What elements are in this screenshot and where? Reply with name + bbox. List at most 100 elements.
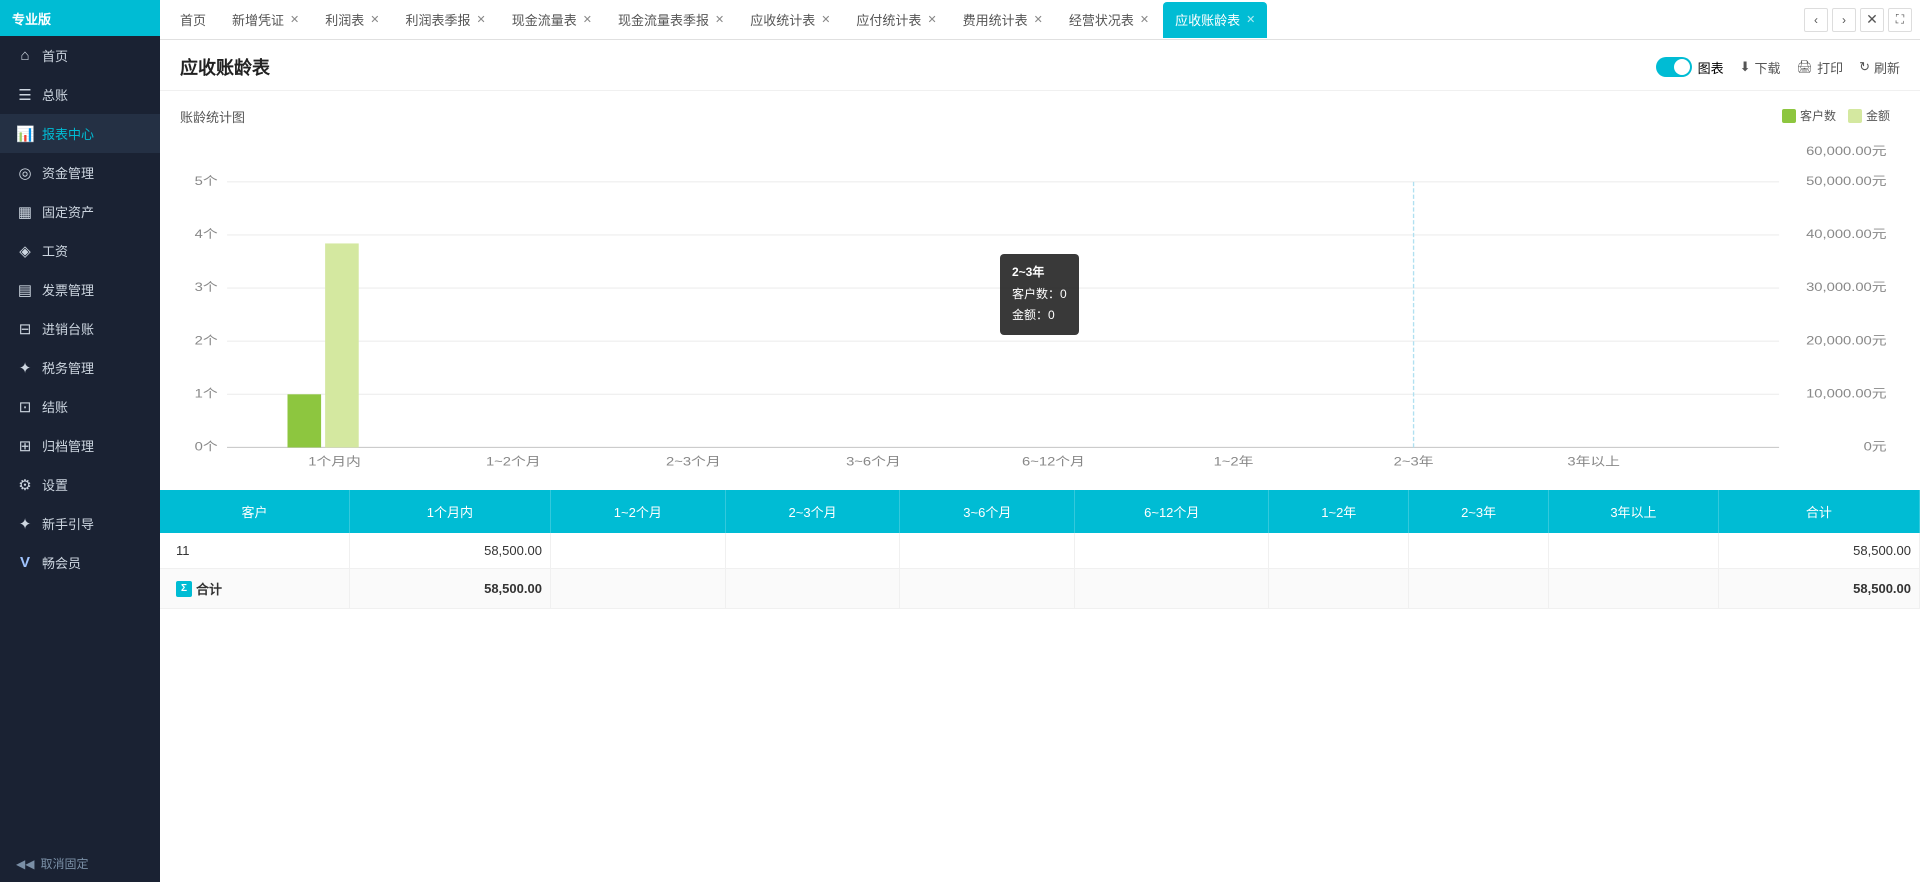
toggle-switch-control[interactable] [1656, 57, 1692, 77]
payroll-icon: ◈ [16, 242, 34, 260]
svg-text:3年以上: 3年以上 [1567, 455, 1620, 468]
table-total-row: Σ 合计 58,500.00 58,500.00 [160, 569, 1920, 609]
svg-text:1个月内: 1个月内 [308, 455, 361, 468]
sidebar-item-ledger[interactable]: ☰ 总账 [0, 75, 160, 114]
tab-profit-label: 利润表 [325, 10, 364, 29]
sidebar-item-guide[interactable]: ✦ 新手引导 [0, 504, 160, 543]
tab-ar-aging[interactable]: 应收账龄表 ✕ [1163, 2, 1267, 38]
svg-text:30,000.00元: 30,000.00元 [1806, 281, 1886, 294]
tab-profit-quarter[interactable]: 利润表季报 ✕ [393, 2, 497, 38]
col-header-customer: 客户 [160, 490, 349, 533]
svg-text:3个: 3个 [195, 281, 218, 294]
sidebar-label-invoices: 发票管理 [42, 280, 94, 299]
refresh-button[interactable]: ↻ 刷新 [1859, 58, 1900, 77]
tab-home-label: 首页 [180, 10, 206, 29]
col-header-total: 合计 [1718, 490, 1919, 533]
chart-toggle[interactable]: 图表 [1656, 57, 1724, 77]
col-header-3yplus: 3年以上 [1549, 490, 1719, 533]
table-section: 客户 1个月内 1~2个月 2~3个月 3~6个月 6~12个月 1~2年 2~… [160, 490, 1920, 609]
total-2-3m [725, 569, 900, 609]
legend-amount-label: 金额 [1866, 107, 1890, 124]
sidebar-label-tax: 税务管理 [42, 358, 94, 377]
tab-ar-stats-label: 应收统计表 [750, 10, 815, 29]
cell-1m: 58,500.00 [349, 533, 550, 569]
tab-bar: 首页 新增凭证 ✕ 利润表 ✕ 利润表季报 ✕ 现金流量表 ✕ 现金流量表季报 … [160, 0, 1920, 40]
table-row: 11 58,500.00 58,500.00 [160, 533, 1920, 569]
funds-icon: ◎ [16, 164, 34, 182]
sidebar-item-payroll[interactable]: ◈ 工资 [0, 231, 160, 270]
tab-prev-button[interactable]: ‹ [1804, 8, 1828, 32]
tab-expense-stats-close[interactable]: ✕ [1034, 13, 1043, 26]
print-label: 打印 [1817, 58, 1843, 77]
toggle-label: 图表 [1698, 58, 1724, 77]
pin-icon: ◀◀ [16, 857, 34, 871]
download-icon: ⬇ [1740, 59, 1751, 75]
col-header-1-2y: 1~2年 [1269, 490, 1409, 533]
download-button[interactable]: ⬇ 下载 [1740, 58, 1781, 77]
tab-profit[interactable]: 利润表 ✕ [313, 2, 391, 38]
tab-close-all-button[interactable]: ✕ [1860, 8, 1884, 32]
sidebar-item-vip[interactable]: V 畅会员 [0, 543, 160, 582]
svg-text:1~2个月: 1~2个月 [486, 455, 541, 468]
tab-voucher-label: 新增凭证 [232, 10, 284, 29]
sidebar-item-funds[interactable]: ◎ 资金管理 [0, 153, 160, 192]
tab-ar-aging-close[interactable]: ✕ [1246, 13, 1255, 26]
sidebar-item-invoices[interactable]: ▤ 发票管理 [0, 270, 160, 309]
tab-biz-status[interactable]: 经营状况表 ✕ [1057, 2, 1161, 38]
tab-ap-stats-close[interactable]: ✕ [927, 13, 936, 26]
tab-next-button[interactable]: › [1832, 8, 1856, 32]
ledger-icon: ☰ [16, 86, 34, 104]
col-header-1m: 1个月内 [349, 490, 550, 533]
tab-biz-status-close[interactable]: ✕ [1140, 13, 1149, 26]
svg-text:50,000.00元: 50,000.00元 [1806, 174, 1886, 187]
col-header-6-12m: 6~12个月 [1075, 490, 1269, 533]
svg-text:1~2年: 1~2年 [1214, 455, 1254, 468]
archive-icon: ⊞ [16, 437, 34, 455]
page-header: 应收账龄表 图表 ⬇ 下载 🖨 打印 ↻ 刷新 [160, 40, 1920, 91]
tab-voucher[interactable]: 新增凭证 ✕ [220, 2, 311, 38]
sidebar-item-tax[interactable]: ✦ 税务管理 [0, 348, 160, 387]
tab-expand-button[interactable]: ⛶ [1888, 8, 1912, 32]
tab-ar-stats-close[interactable]: ✕ [821, 13, 830, 26]
total-3yplus [1549, 569, 1719, 609]
tab-cashflow-quarter-label: 现金流量表季报 [618, 10, 709, 29]
tab-expense-stats[interactable]: 费用统计表 ✕ [951, 2, 1055, 38]
assets-icon: ▦ [16, 203, 34, 221]
refresh-label: 刷新 [1874, 58, 1900, 77]
tab-home[interactable]: 首页 [168, 2, 218, 38]
sidebar-item-assets[interactable]: ▦ 固定资产 [0, 192, 160, 231]
svg-text:6~12个月: 6~12个月 [1022, 455, 1085, 468]
home-icon: ⌂ [16, 47, 34, 64]
sidebar-item-settings[interactable]: ⚙ 设置 [0, 465, 160, 504]
legend-customer-label: 客户数 [1800, 107, 1836, 124]
svg-text:2个: 2个 [195, 334, 218, 347]
col-header-3-6m: 3~6个月 [900, 490, 1075, 533]
sidebar-item-home[interactable]: ⌂ 首页 [0, 36, 160, 75]
tab-cashflow-quarter-close[interactable]: ✕ [715, 13, 724, 26]
tab-ar-stats[interactable]: 应收统计表 ✕ [738, 2, 842, 38]
svg-text:0元: 0元 [1864, 440, 1887, 453]
total-1-2m [550, 569, 725, 609]
tab-cashflow[interactable]: 现金流量表 ✕ [500, 2, 604, 38]
sidebar-item-closing[interactable]: ⊡ 结账 [0, 387, 160, 426]
tab-profit-quarter-label: 利润表季报 [405, 10, 470, 29]
sidebar-item-reports[interactable]: 📊 报表中心 [0, 114, 160, 153]
sidebar-label-closing: 结账 [42, 397, 68, 416]
chart-svg: 0个 1个 2个 3个 4个 5个 0元 10,000.00元 20,000.0… [180, 134, 1900, 474]
tab-cashflow-close[interactable]: ✕ [583, 13, 592, 26]
tab-profit-close[interactable]: ✕ [370, 13, 379, 26]
tab-ap-stats[interactable]: 应付统计表 ✕ [844, 2, 948, 38]
sidebar-label-funds: 资金管理 [42, 163, 94, 182]
sidebar-item-inventory[interactable]: ⊟ 进销台账 [0, 309, 160, 348]
tab-profit-quarter-close[interactable]: ✕ [477, 13, 486, 26]
sidebar-item-archive[interactable]: ⊞ 归档管理 [0, 426, 160, 465]
total-1-2y [1269, 569, 1409, 609]
tab-biz-status-label: 经营状况表 [1069, 10, 1134, 29]
cell-total: 58,500.00 [1718, 533, 1919, 569]
cell-6-12m [1075, 533, 1269, 569]
tab-cashflow-quarter[interactable]: 现金流量表季报 ✕ [606, 2, 736, 38]
print-button[interactable]: 🖨 打印 [1797, 58, 1844, 77]
svg-text:60,000.00元: 60,000.00元 [1806, 145, 1886, 158]
tab-voucher-close[interactable]: ✕ [290, 13, 299, 26]
sidebar-pin-toggle[interactable]: ◀◀ 取消固定 [0, 845, 160, 882]
